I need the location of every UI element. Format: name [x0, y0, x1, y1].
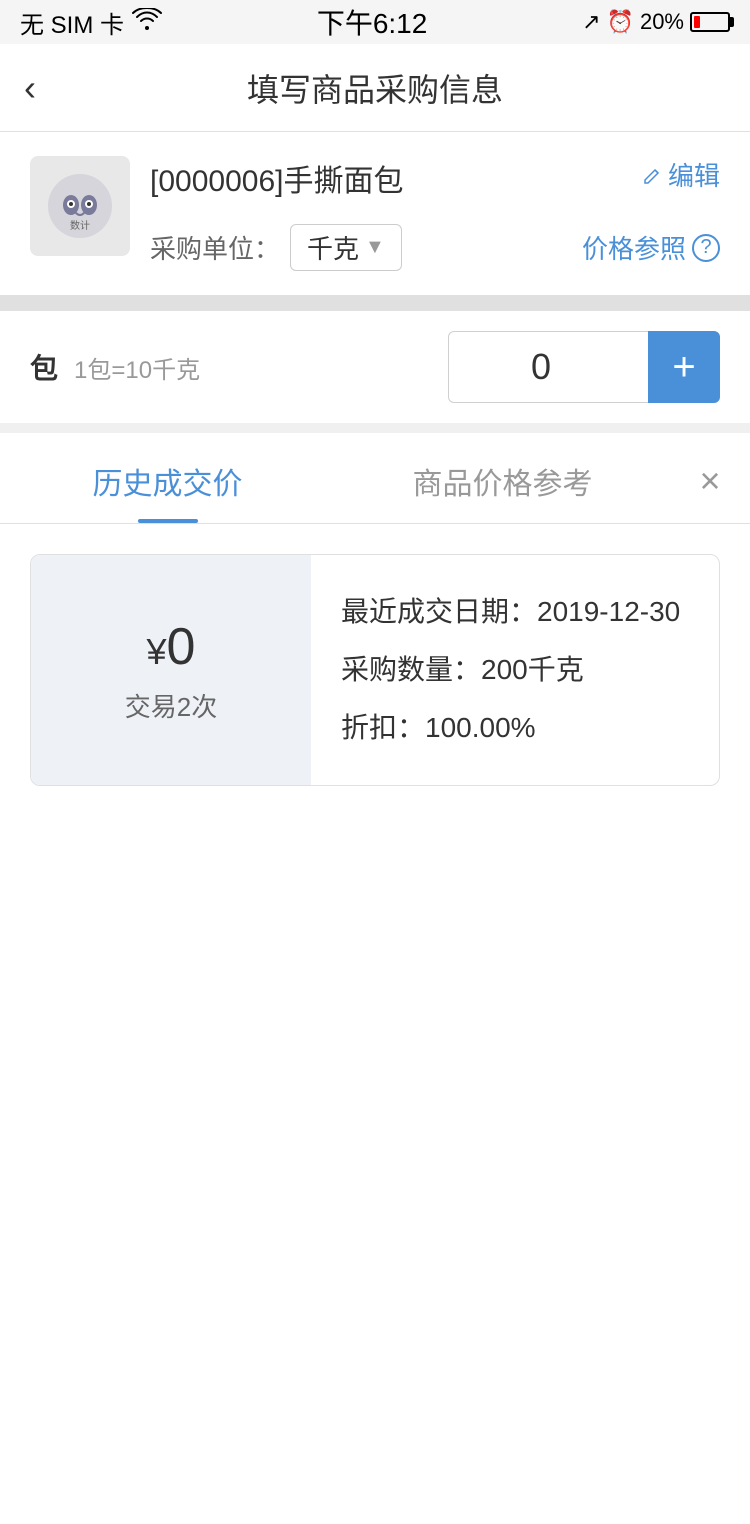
- product-name: [0000006]手撕面包: [150, 156, 403, 200]
- panel-divider: [0, 423, 750, 433]
- recent-date-value: 2019-12-30: [537, 596, 680, 627]
- back-button[interactable]: ‹: [24, 67, 36, 109]
- tabs-container: 历史成交价 商品价格参考 ×: [0, 433, 750, 524]
- package-label: 包: [30, 347, 58, 387]
- section-divider: [0, 295, 750, 311]
- location-icon: ↗: [582, 9, 600, 35]
- quantity-input-area: +: [448, 331, 720, 403]
- status-bar: 无 SIM 卡 下午6:12 ↗ ⏰ 20%: [0, 0, 750, 44]
- edit-button[interactable]: 编辑: [642, 156, 720, 193]
- unit-label: 采购单位：: [150, 229, 280, 266]
- info-icon: ?: [692, 234, 720, 262]
- discount-row: 折扣：100.00%: [341, 707, 689, 749]
- purchase-qty-value: 200千克: [481, 654, 584, 685]
- status-right: ↗ ⏰ 20%: [582, 9, 730, 35]
- recent-date-row: 最近成交日期：2019-12-30: [341, 591, 689, 633]
- page-title: 填写商品采购信息: [247, 65, 503, 111]
- history-content: ¥0 交易2次 最近成交日期：2019-12-30 采购数量：200千克 折扣：…: [0, 524, 750, 924]
- quantity-row: 包 1包=10千克 +: [0, 311, 750, 423]
- history-details-panel: 最近成交日期：2019-12-30 采购数量：200千克 折扣：100.00%: [311, 555, 719, 785]
- recent-date-label: 最近成交日期：: [341, 596, 537, 627]
- price-ref-label: 价格参照: [582, 229, 686, 266]
- product-card: 数计 [0000006]手撕面包 编辑 采购单位： 千克: [0, 132, 750, 295]
- status-time: 下午6:12: [317, 2, 428, 42]
- purchase-qty-row: 采购数量：200千克: [341, 649, 689, 691]
- product-info: [0000006]手撕面包 编辑 采购单位： 千克 ▼: [150, 156, 720, 271]
- alarm-icon: ⏰: [607, 9, 634, 35]
- product-header: [0000006]手撕面包 编辑: [150, 156, 720, 200]
- transaction-count: 交易2次: [125, 687, 217, 724]
- package-conversion: 1包=10千克: [74, 350, 200, 385]
- unit-selector[interactable]: 千克 ▼: [290, 224, 402, 271]
- history-price-panel: ¥0 交易2次: [31, 555, 311, 785]
- edit-icon: [642, 164, 664, 186]
- quantity-plus-button[interactable]: +: [648, 331, 720, 403]
- wifi-icon: [132, 8, 162, 37]
- discount-label: 折扣：: [341, 712, 425, 743]
- tab-product-price-ref[interactable]: 商品价格参考: [335, 433, 670, 523]
- quantity-input[interactable]: [448, 331, 648, 403]
- no-sim-label: 无 SIM 卡: [20, 5, 124, 40]
- purchase-unit-row: 采购单位： 千克 ▼ 价格参照 ?: [150, 224, 720, 271]
- battery-icon: [690, 12, 730, 32]
- transaction-price: ¥0: [147, 617, 196, 677]
- product-thumbnail: 数计: [30, 156, 130, 256]
- tab-history-price[interactable]: 历史成交价: [0, 433, 335, 523]
- history-card: ¥0 交易2次 最近成交日期：2019-12-30 采购数量：200千克 折扣：…: [30, 554, 720, 786]
- svg-text:数计: 数计: [70, 219, 90, 232]
- discount-value: 100.00%: [425, 712, 536, 743]
- status-left: 无 SIM 卡: [20, 5, 162, 40]
- product-image: 数计: [45, 171, 115, 241]
- purchase-qty-label: 采购数量：: [341, 654, 481, 685]
- chevron-down-icon: ▼: [365, 236, 385, 259]
- bottom-space: [0, 924, 750, 1524]
- tab-close-button[interactable]: ×: [670, 434, 750, 522]
- nav-bar: ‹ 填写商品采购信息: [0, 44, 750, 132]
- battery-percent: 20%: [640, 9, 684, 35]
- yen-symbol: ¥: [147, 631, 167, 672]
- unit-value: 千克: [307, 229, 359, 266]
- product-top: 数计 [0000006]手撕面包 编辑 采购单位： 千克: [30, 156, 720, 271]
- price-ref-button[interactable]: 价格参照 ?: [582, 229, 720, 266]
